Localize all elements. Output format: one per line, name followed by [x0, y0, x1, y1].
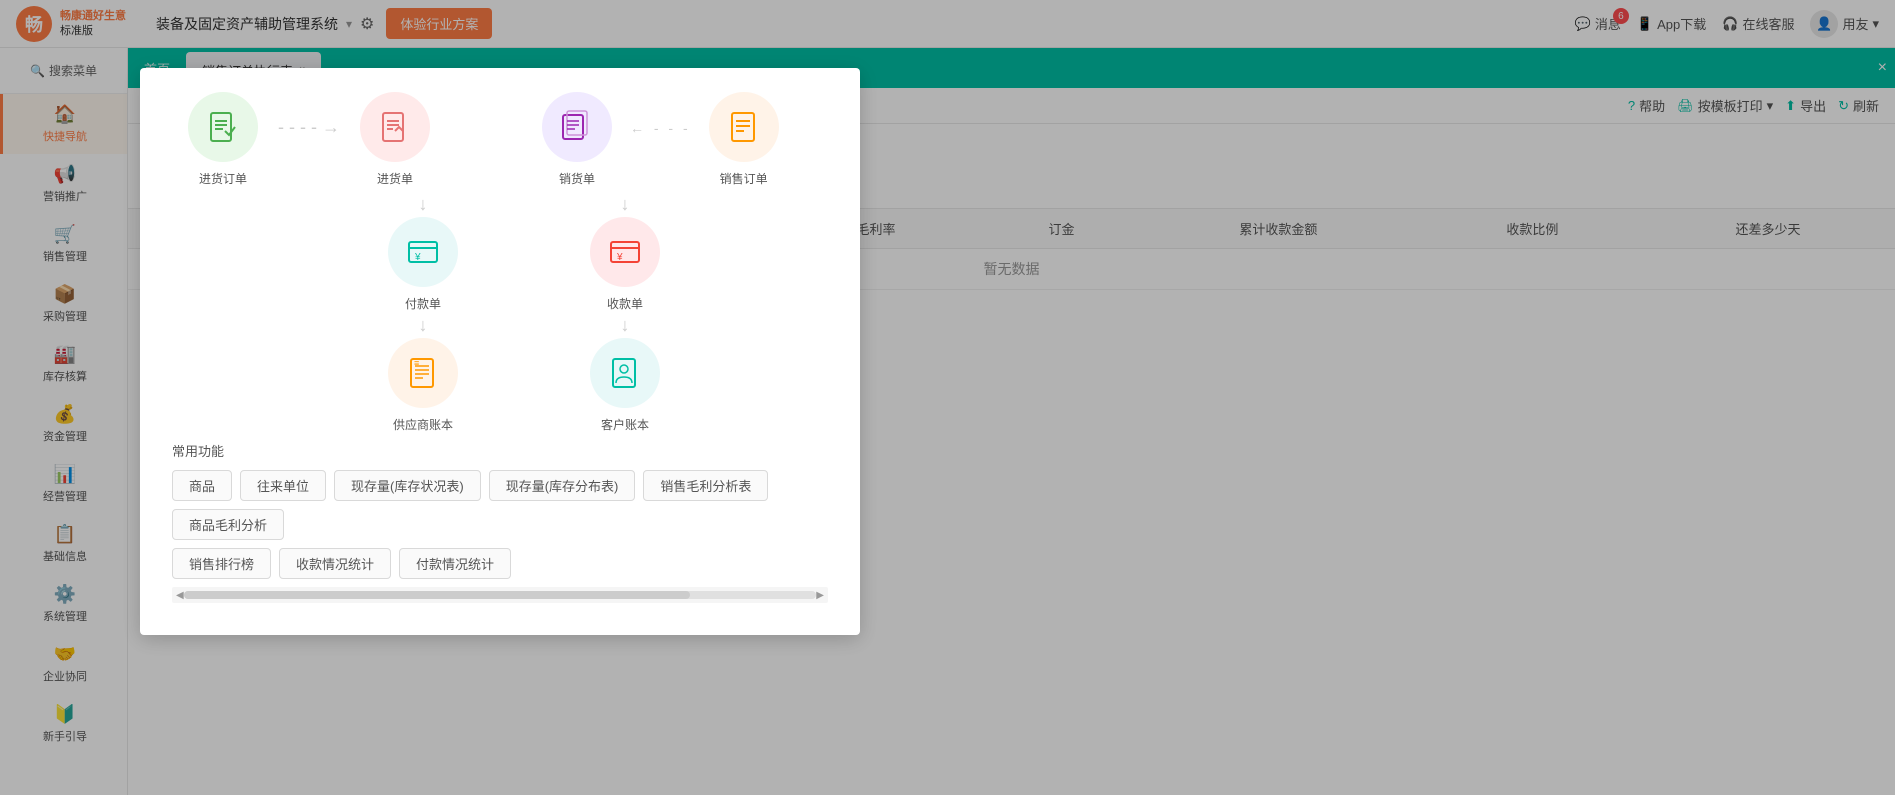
- sales-order-icon: [726, 109, 762, 145]
- flow-node-sales-bill[interactable]: 销货单: [542, 92, 612, 187]
- flow-node-purchase-bill[interactable]: 进货单: [360, 92, 430, 187]
- btn-sales-ranking[interactable]: 销售排行榜: [172, 548, 271, 579]
- flow-top-row: 进货订单 - - - - → 进货单: [172, 92, 828, 187]
- flow-node-receipt[interactable]: ¥ 收款单: [590, 217, 660, 312]
- common-buttons-row2: 销售排行榜 收款情况统计 付款情况统计: [172, 548, 828, 579]
- flow-node-sales-order[interactable]: 销售订单: [709, 92, 779, 187]
- svg-text:≡: ≡: [414, 358, 419, 368]
- arrow-h2: ← - - -: [630, 120, 691, 160]
- modal-scrollbar[interactable]: ◀ ▶: [172, 587, 828, 603]
- purchase-bill-circle: [360, 92, 430, 162]
- common-functions-section: 常用功能 商品 往来单位 现存量(库存状况表) 现存量(库存分布表) 销售毛利分…: [172, 441, 828, 579]
- customer-account-circle: [590, 338, 660, 408]
- arrow-v2: ↓: [621, 191, 630, 217]
- flow-pair-receipt: ↓ ¥ 收款单 ↓: [574, 191, 676, 433]
- flow-modal: 进货订单 - - - - → 进货单: [140, 68, 860, 635]
- receipt-icon: ¥: [607, 234, 643, 270]
- flow-node-customer-account[interactable]: 客户账本: [590, 338, 660, 433]
- payment-circle: ¥: [388, 217, 458, 287]
- btn-payment-stats[interactable]: 付款情况统计: [399, 548, 511, 579]
- supplier-account-label: 供应商账本: [393, 416, 453, 433]
- purchase-bill-label: 进货单: [377, 170, 413, 187]
- scrollbar-thumb[interactable]: [184, 591, 690, 599]
- svg-text:¥: ¥: [414, 252, 421, 263]
- purchase-bill-icon: [377, 109, 413, 145]
- supplier-account-icon: ≡: [405, 355, 441, 391]
- arrow-v4: ↓: [621, 312, 630, 338]
- sales-bill-label: 销货单: [559, 170, 595, 187]
- purchase-order-icon: [205, 109, 241, 145]
- receipt-label: 收款单: [607, 295, 643, 312]
- flow-pair-payment: ↓ ¥ 付款单 ↓: [372, 191, 474, 433]
- arrow-v3: ↓: [419, 312, 428, 338]
- btn-counterparty[interactable]: 往来单位: [240, 470, 326, 501]
- customer-account-label: 客户账本: [601, 416, 649, 433]
- btn-stock-dist[interactable]: 现存量(库存分布表): [489, 470, 636, 501]
- common-functions-title: 常用功能: [172, 441, 828, 460]
- btn-receipt-stats[interactable]: 收款情况统计: [279, 548, 391, 579]
- btn-product-margin[interactable]: 商品毛利分析: [172, 509, 284, 540]
- customer-account-icon: [607, 355, 643, 391]
- flow-pair-spacer: [474, 191, 574, 433]
- flow-node-purchase-order[interactable]: 进货订单: [188, 92, 258, 187]
- flow-node-payment[interactable]: ¥ 付款单: [388, 217, 458, 312]
- flow-node-supplier-account[interactable]: ≡ 供应商账本: [388, 338, 458, 433]
- flow-middle-section: ↓ ¥ 付款单 ↓: [172, 191, 828, 433]
- supplier-account-circle: ≡: [388, 338, 458, 408]
- btn-sales-margin[interactable]: 销售毛利分析表: [643, 470, 768, 501]
- btn-product[interactable]: 商品: [172, 470, 232, 501]
- svg-text:¥: ¥: [616, 252, 623, 263]
- btn-stock-status[interactable]: 现存量(库存状况表): [334, 470, 481, 501]
- receipt-circle: ¥: [590, 217, 660, 287]
- purchase-order-label: 进货订单: [199, 170, 247, 187]
- payment-icon: ¥: [405, 234, 441, 270]
- payment-label: 付款单: [405, 295, 441, 312]
- sales-order-circle: [709, 92, 779, 162]
- scroll-right-icon[interactable]: ▶: [816, 590, 824, 601]
- sales-bill-icon: [559, 109, 595, 145]
- arrow-v1: ↓: [419, 191, 428, 217]
- arrow-h1: - - - - →: [278, 117, 340, 162]
- common-buttons-row1: 商品 往来单位 现存量(库存状况表) 现存量(库存分布表) 销售毛利分析表 商品…: [172, 470, 828, 540]
- scrollbar-track: [184, 591, 817, 599]
- sales-bill-circle: [542, 92, 612, 162]
- scroll-left-icon[interactable]: ◀: [176, 590, 184, 601]
- sales-order-label: 销售订单: [720, 170, 768, 187]
- purchase-order-circle: [188, 92, 258, 162]
